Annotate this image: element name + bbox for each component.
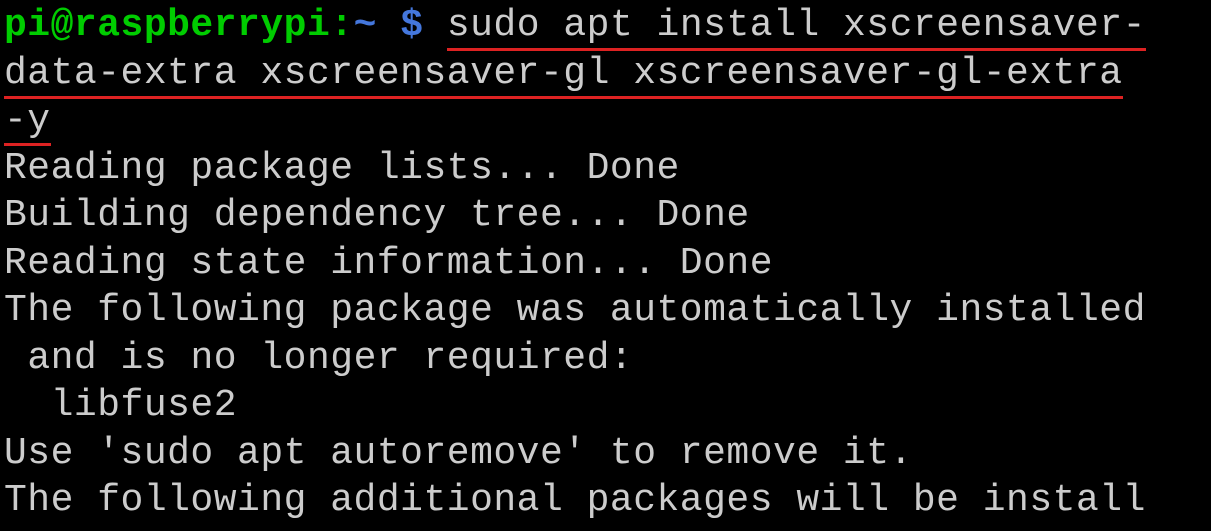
output-line: Building dependency tree... Done — [4, 192, 1207, 240]
command-text-part1: sudo apt install xscreensaver- — [447, 4, 1146, 51]
command-prompt-line: pi@raspberrypi:~ $ sudo apt install xscr… — [4, 2, 1207, 50]
output-line: Use 'sudo apt autoremove' to remove it. — [4, 430, 1207, 478]
output-line: Reading state information... Done — [4, 240, 1207, 288]
command-text-part3: -y — [4, 99, 51, 146]
output-line: libfuse2 — [4, 382, 1207, 430]
output-line: and is no longer required: — [4, 335, 1207, 383]
prompt-path: ~ — [354, 4, 377, 47]
command-text-part2: data-extra xscreensaver-gl xscreensaver-… — [4, 52, 1123, 99]
command-continuation-line: data-extra xscreensaver-gl xscreensaver-… — [4, 50, 1207, 98]
command-continuation-line2: -y — [4, 97, 1207, 145]
output-line: The following package was automatically … — [4, 287, 1207, 335]
output-line: Reading package lists... Done — [4, 145, 1207, 193]
output-line: The following additional packages will b… — [4, 477, 1207, 525]
prompt-user-host: pi@raspberrypi — [4, 4, 330, 47]
prompt-dollar: $ — [377, 4, 447, 47]
prompt-separator: : — [330, 4, 353, 47]
